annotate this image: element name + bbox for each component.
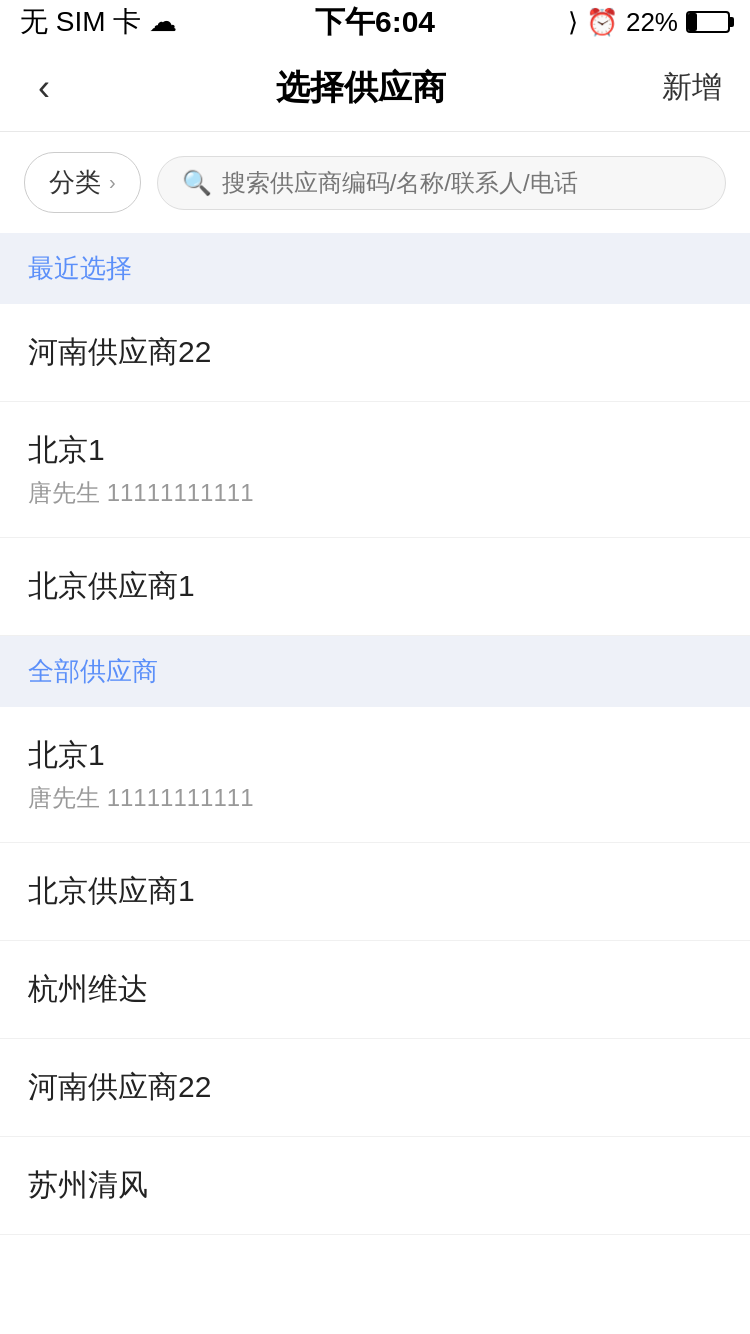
item-sub: 唐先生 11111111111 xyxy=(28,477,722,509)
item-name: 苏州清风 xyxy=(28,1165,722,1206)
list-item[interactable]: 河南供应商22 xyxy=(0,304,750,402)
category-label: 分类 xyxy=(49,165,101,200)
chevron-right-icon: › xyxy=(109,171,116,194)
search-input[interactable] xyxy=(222,169,701,197)
item-name: 杭州维达 xyxy=(28,969,722,1010)
back-button[interactable]: ‹ xyxy=(28,57,60,119)
item-name: 北京1 xyxy=(28,430,722,471)
location-icon: ⟩ xyxy=(568,7,578,38)
list-item[interactable]: 北京1 唐先生 11111111111 xyxy=(0,402,750,538)
status-left: 无 SIM 卡 ☁ xyxy=(20,3,177,41)
page-title: 选择供应商 xyxy=(276,65,446,111)
add-button[interactable]: 新增 xyxy=(662,67,722,108)
filter-bar: 分类 › 🔍 xyxy=(0,132,750,233)
search-bar[interactable]: 🔍 xyxy=(157,156,726,210)
item-name: 北京供应商1 xyxy=(28,871,722,912)
list-item[interactable]: 北京供应商1 xyxy=(0,843,750,941)
search-icon: 🔍 xyxy=(182,169,212,197)
item-name: 河南供应商22 xyxy=(28,1067,722,1108)
status-bar: 无 SIM 卡 ☁ 下午6:04 ⟩ ⏰ 22% xyxy=(0,0,750,44)
battery-percent: 22% xyxy=(626,7,678,38)
list-item[interactable]: 苏州清风 xyxy=(0,1137,750,1235)
list-item[interactable]: 北京1 唐先生 11111111111 xyxy=(0,707,750,843)
battery-icon xyxy=(686,11,730,33)
alarm-icon: ⏰ xyxy=(586,7,618,38)
all-section-header: 全部供应商 xyxy=(0,636,750,707)
all-list: 北京1 唐先生 11111111111 北京供应商1 杭州维达河南供应商22 苏州清风 xyxy=(0,707,750,1235)
status-time: 下午6:04 xyxy=(315,2,435,43)
item-name: 北京供应商1 xyxy=(28,566,722,607)
recent-section-header: 最近选择 xyxy=(0,233,750,304)
item-sub: 唐先生 11111111111 xyxy=(28,782,722,814)
list-item[interactable]: 北京供应商1 xyxy=(0,538,750,636)
item-name: 北京1 xyxy=(28,735,722,776)
list-item[interactable]: 河南供应商22 xyxy=(0,1039,750,1137)
recent-list: 河南供应商22 北京1 唐先生 11111111111 北京供应商1 xyxy=(0,304,750,636)
category-button[interactable]: 分类 › xyxy=(24,152,141,213)
nav-bar: ‹ 选择供应商 新增 xyxy=(0,44,750,132)
list-item[interactable]: 杭州维达 xyxy=(0,941,750,1039)
item-name: 河南供应商22 xyxy=(28,332,722,373)
status-right: ⟩ ⏰ 22% xyxy=(568,7,730,38)
